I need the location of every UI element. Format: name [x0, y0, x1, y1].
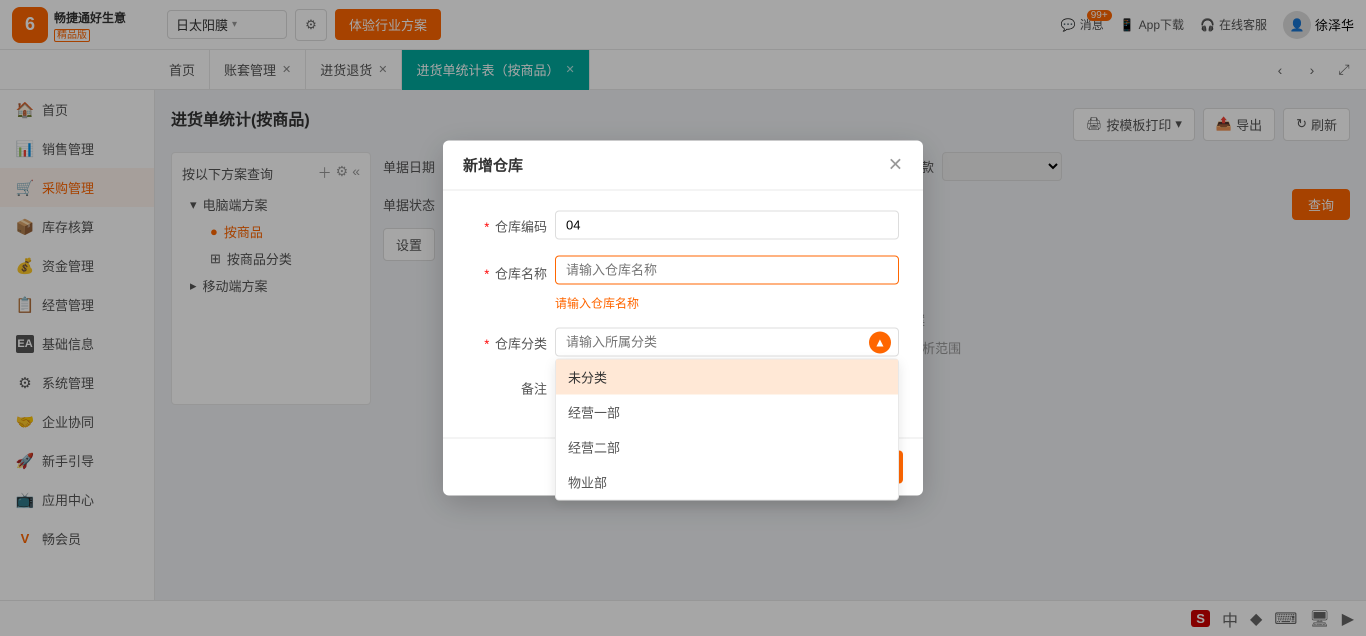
form-row-name: * 仓库名称 请输入仓库名称: [467, 256, 899, 312]
category-wrapper: ▲ 未分类 经营一部 经营二部 物业部: [555, 328, 899, 357]
dropdown-item-1[interactable]: 经营一部: [556, 395, 898, 430]
name-input[interactable]: [555, 256, 899, 285]
modal-header: 新增仓库 ✕: [443, 141, 923, 191]
name-error-msg: 请输入仓库名称: [555, 297, 639, 311]
name-label: * 仓库名称: [467, 258, 547, 283]
code-input[interactable]: [555, 211, 899, 240]
add-warehouse-modal: 新增仓库 ✕ * 仓库编码 * 仓库名称 请输入仓库名称: [443, 141, 923, 496]
dropdown-item-2[interactable]: 经营二部: [556, 430, 898, 465]
category-arrow-icon[interactable]: ▲: [869, 331, 891, 353]
remarks-label: 备注: [467, 373, 547, 398]
category-dropdown: 未分类 经营一部 经营二部 物业部: [555, 359, 899, 501]
category-label: * 仓库分类: [467, 328, 547, 353]
modal-title: 新增仓库: [463, 155, 523, 176]
code-label: * 仓库编码: [467, 211, 547, 236]
modal-body: * 仓库编码 * 仓库名称 请输入仓库名称 * 仓库分类: [443, 191, 923, 438]
category-input[interactable]: [555, 328, 899, 357]
form-row-category: * 仓库分类 ▲ 未分类 经营一部 经营二部 物业部: [467, 328, 899, 357]
dropdown-item-3[interactable]: 物业部: [556, 465, 898, 500]
form-row-code: * 仓库编码: [467, 211, 899, 240]
dropdown-item-0[interactable]: 未分类: [556, 360, 898, 395]
modal-close-button[interactable]: ✕: [888, 155, 903, 176]
